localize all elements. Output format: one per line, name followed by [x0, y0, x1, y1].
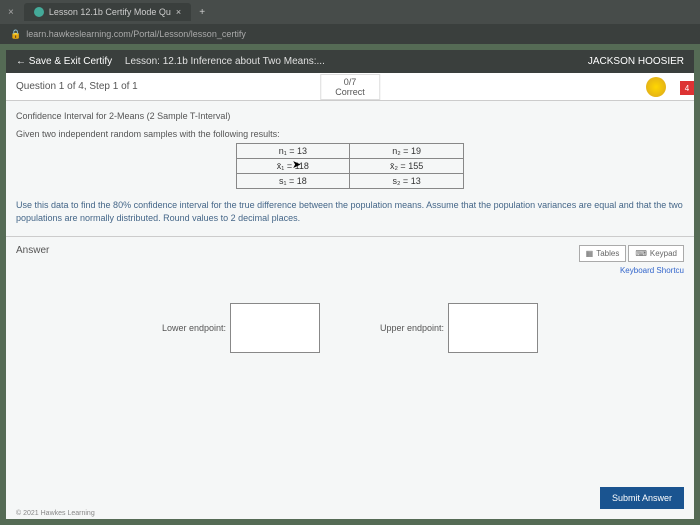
lower-endpoint-label: Lower endpoint: [162, 323, 226, 333]
cell-x1: x̄₁ = 118 [236, 159, 349, 174]
data-table: n₁ = 13n₂ = 19 x̄₁ = 118x̄₂ = 155 s₁ = 1… [236, 143, 464, 189]
lesson-title: Lesson: 12.1b Inference about Two Means:… [125, 56, 325, 67]
close-icon[interactable]: × [8, 7, 14, 18]
lock-icon: 🔒 [10, 29, 21, 40]
endpoints-row: Lower endpoint: Upper endpoint: [16, 303, 684, 353]
score-box: 0/7 Correct [320, 74, 380, 100]
given-text: Given two independent random samples wit… [16, 129, 684, 139]
upper-endpoint-input[interactable] [448, 303, 538, 353]
browser-tab-bar: × Lesson 12.1b Certify Mode Qu × + [0, 0, 700, 24]
lesson-header: ← Save & Exit Certify Lesson: 12.1b Infe… [6, 50, 694, 73]
lower-endpoint-input[interactable] [230, 303, 320, 353]
address-bar[interactable]: 🔒 learn.hawkeslearning.com/Portal/Lesson… [0, 24, 700, 44]
browser-tab[interactable]: Lesson 12.1b Certify Mode Qu × [24, 3, 191, 21]
tables-button[interactable]: ▦Tables [579, 245, 627, 262]
upper-endpoint-group: Upper endpoint: [380, 303, 538, 353]
topic-label: Confidence Interval for 2-Means (2 Sampl… [16, 111, 684, 121]
cell-x2: x̄₂ = 155 [349, 159, 463, 174]
question-body: Confidence Interval for 2-Means (2 Sampl… [6, 101, 694, 363]
answer-label: Answer [16, 245, 49, 256]
page-background: ← Save & Exit Certify Lesson: 12.1b Infe… [0, 44, 700, 525]
cell-s1: s₁ = 18 [236, 174, 349, 189]
question-header: Question 1 of 4, Step 1 of 1 0/7 Correct… [6, 73, 694, 101]
user-name: JACKSON HOOSIER [588, 56, 684, 67]
score-value: 0/7 [335, 77, 365, 87]
save-exit-button[interactable]: ← Save & Exit Certify [16, 56, 112, 67]
medal-icon[interactable] [646, 77, 666, 97]
cell-s2: s₂ = 13 [349, 174, 463, 189]
keypad-icon: ⌨ [635, 249, 647, 258]
tool-buttons: ▦Tables ⌨Keypad Keyboard Shortcu [579, 245, 684, 275]
keypad-button[interactable]: ⌨Keypad [628, 245, 684, 262]
tab-close-icon[interactable]: × [176, 7, 181, 17]
copyright: © 2021 Hawkes Learning [16, 510, 95, 517]
instructions: Use this data to find the 80% confidence… [16, 199, 684, 224]
cell-n2: n₂ = 19 [349, 144, 463, 159]
lower-endpoint-group: Lower endpoint: [162, 303, 320, 353]
question-title: Question 1 of 4, Step 1 of 1 [16, 81, 138, 92]
keyboard-shortcut-link[interactable]: Keyboard Shortcu [620, 266, 684, 275]
notification-badge[interactable]: 4 [680, 81, 694, 95]
tab-title: Lesson 12.1b Certify Mode Qu [49, 7, 171, 17]
score-label: Correct [335, 87, 365, 97]
url-text: learn.hawkeslearning.com/Portal/Lesson/l… [26, 29, 246, 39]
answer-header-row: Answer ▦Tables ⌨Keypad Keyboard Shortcu [16, 237, 684, 283]
cell-n1: n₁ = 13 [236, 144, 349, 159]
submit-answer-button[interactable]: Submit Answer [600, 487, 684, 509]
upper-endpoint-label: Upper endpoint: [380, 323, 444, 333]
tab-favicon-icon [34, 7, 44, 17]
lesson-card: ← Save & Exit Certify Lesson: 12.1b Infe… [6, 50, 694, 519]
new-tab-button[interactable]: + [199, 7, 205, 18]
grid-icon: ▦ [586, 249, 594, 258]
